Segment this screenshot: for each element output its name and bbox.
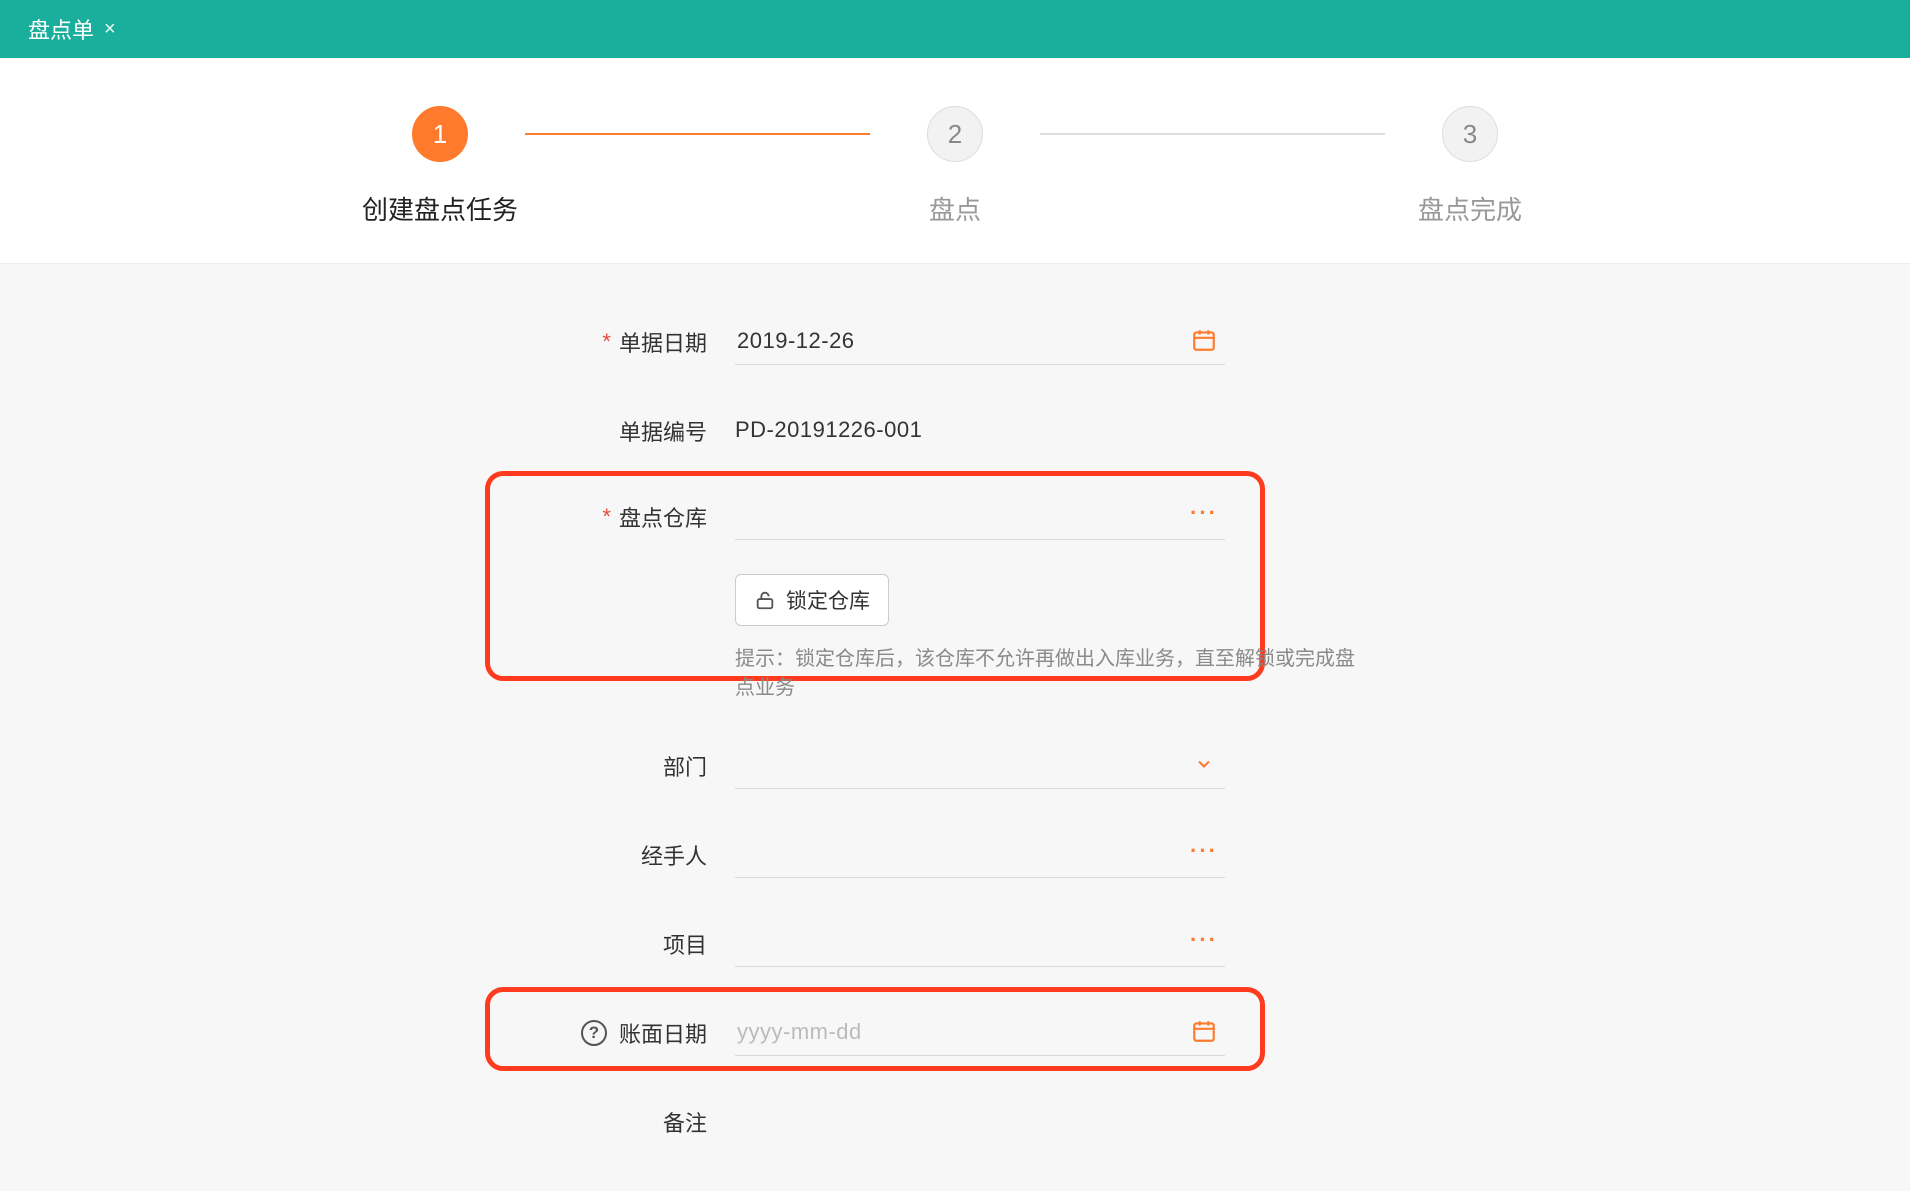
tab-inventory[interactable]: 盘点单 × bbox=[22, 0, 122, 59]
step-1-circle: 1 bbox=[412, 106, 468, 162]
calendar-icon[interactable] bbox=[1190, 326, 1218, 354]
field-project: 项目 ··· bbox=[545, 924, 1365, 967]
ellipsis-icon[interactable]: ··· bbox=[1190, 837, 1218, 865]
label-doc-no: 单据编号 bbox=[619, 415, 707, 447]
step-2[interactable]: 2 盘点 bbox=[870, 106, 1040, 227]
ellipsis-icon[interactable]: ··· bbox=[1190, 926, 1218, 954]
required-mark: * bbox=[602, 504, 611, 530]
field-remark: 备注 bbox=[545, 1102, 1365, 1145]
label-project: 项目 bbox=[663, 928, 707, 960]
value-doc-no: PD-20191226-001 bbox=[735, 411, 1365, 443]
step-3[interactable]: 3 盘点完成 bbox=[1385, 106, 1555, 227]
ellipsis-icon[interactable]: ··· bbox=[1190, 499, 1218, 527]
input-doc-date[interactable] bbox=[735, 322, 1225, 365]
unlock-icon bbox=[754, 589, 776, 611]
tab-title: 盘点单 bbox=[28, 13, 94, 45]
step-3-label: 盘点完成 bbox=[1418, 190, 1522, 227]
required-mark: * bbox=[602, 329, 611, 355]
step-line-1-2 bbox=[525, 133, 870, 135]
calendar-icon[interactable] bbox=[1190, 1017, 1218, 1045]
help-icon[interactable]: ? bbox=[581, 1020, 607, 1046]
input-warehouse[interactable] bbox=[735, 497, 1225, 540]
lock-warehouse-button[interactable]: 锁定仓库 bbox=[735, 574, 889, 626]
label-doc-date: 单据日期 bbox=[619, 326, 707, 358]
step-3-circle: 3 bbox=[1442, 106, 1498, 162]
label-book-date: 账面日期 bbox=[619, 1017, 707, 1049]
field-doc-no: 单据编号 PD-20191226-001 bbox=[545, 411, 1365, 451]
step-1-label: 创建盘点任务 bbox=[362, 190, 518, 227]
chevron-down-icon[interactable] bbox=[1190, 750, 1218, 778]
field-dept: 部门 bbox=[545, 746, 1365, 789]
step-2-label: 盘点 bbox=[929, 190, 981, 227]
field-warehouse: * 盘点仓库 ··· bbox=[545, 497, 1365, 540]
label-remark: 备注 bbox=[663, 1106, 707, 1138]
step-line-2-3 bbox=[1040, 133, 1385, 135]
form: * 单据日期 单据编号 PD-20191226-001 bbox=[0, 264, 1910, 1191]
step-1[interactable]: 1 创建盘点任务 bbox=[355, 106, 525, 227]
stepper: 1 创建盘点任务 2 盘点 3 盘点完成 bbox=[0, 58, 1910, 264]
field-handler: 经手人 ··· bbox=[545, 835, 1365, 878]
tab-bar: 盘点单 × bbox=[0, 0, 1910, 58]
field-book-date: ? 账面日期 bbox=[545, 1013, 1365, 1056]
field-doc-date: * 单据日期 bbox=[545, 322, 1365, 365]
label-dept: 部门 bbox=[663, 750, 707, 782]
close-icon[interactable]: × bbox=[104, 18, 116, 41]
label-handler: 经手人 bbox=[641, 839, 707, 871]
lock-hint: 提示：锁定仓库后，该仓库不允许再做出入库业务，直至解锁或完成盘点业务 bbox=[735, 642, 1365, 700]
input-project[interactable] bbox=[735, 924, 1225, 967]
input-handler[interactable] bbox=[735, 835, 1225, 878]
lock-button-label: 锁定仓库 bbox=[786, 585, 870, 615]
step-2-circle: 2 bbox=[927, 106, 983, 162]
input-book-date[interactable] bbox=[735, 1013, 1225, 1056]
label-warehouse: 盘点仓库 bbox=[619, 501, 707, 533]
field-lock: 锁定仓库 提示：锁定仓库后，该仓库不允许再做出入库业务，直至解锁或完成盘点业务 bbox=[545, 570, 1365, 700]
input-dept[interactable] bbox=[735, 746, 1225, 789]
